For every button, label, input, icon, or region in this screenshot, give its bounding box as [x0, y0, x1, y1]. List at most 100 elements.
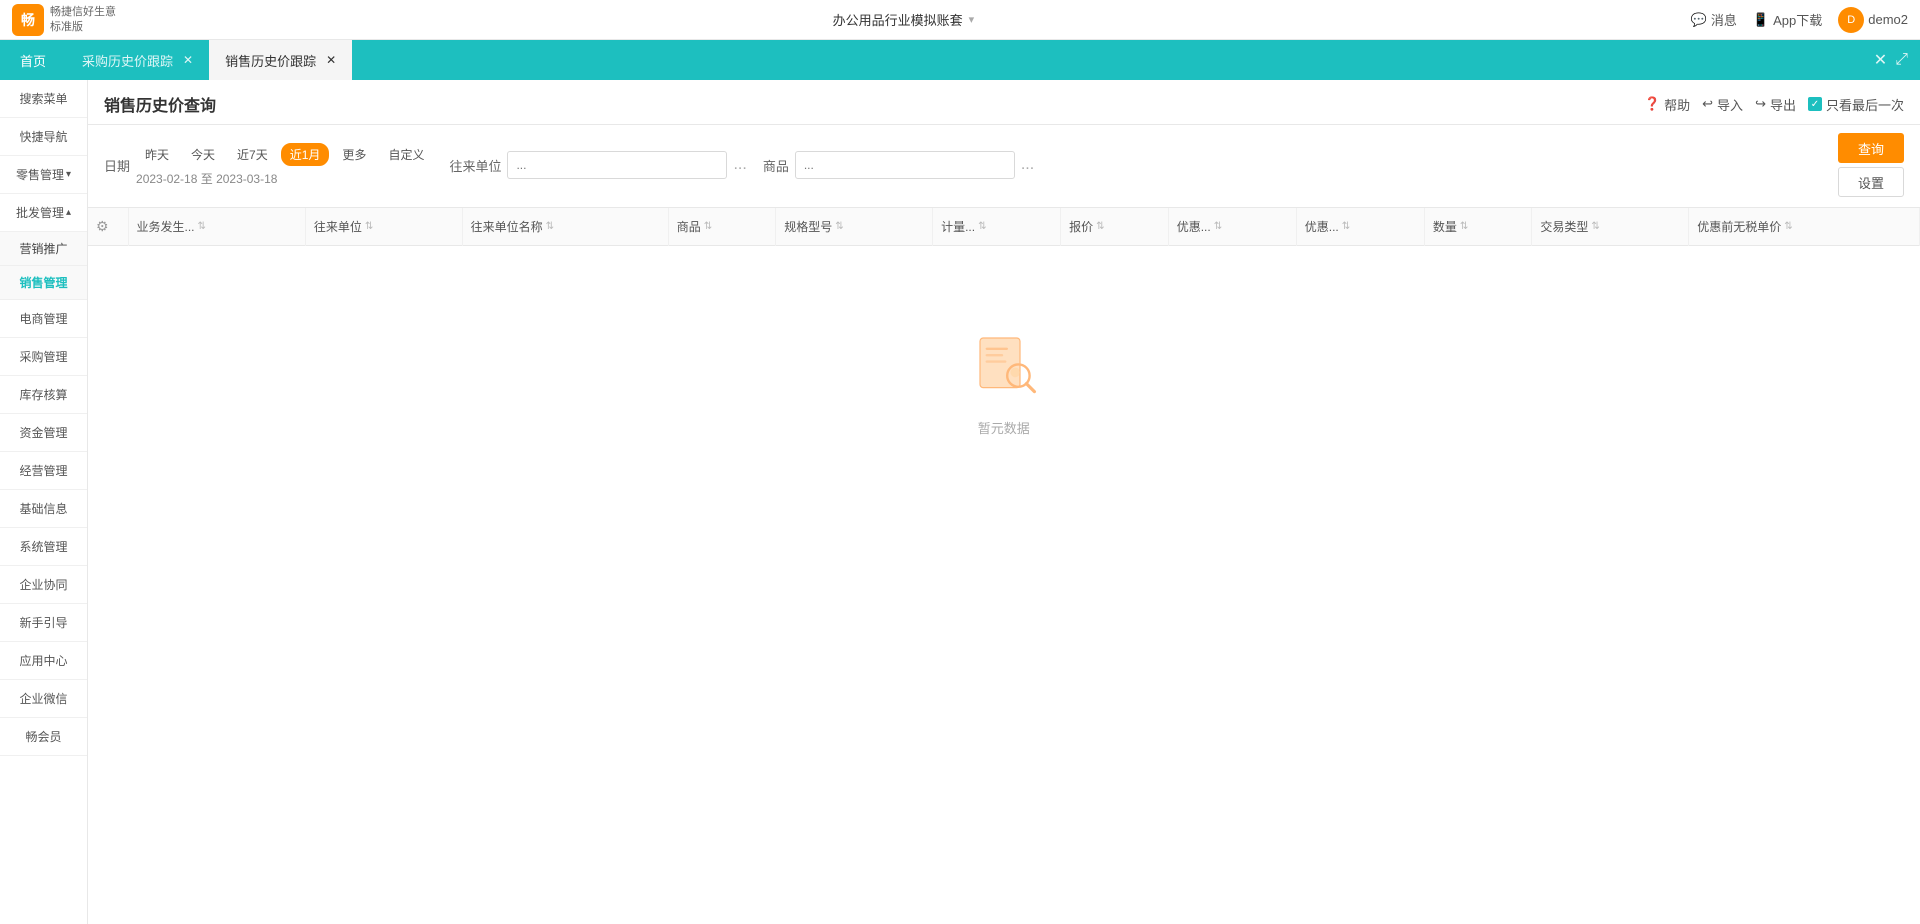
goods-filter: 商品 ...	[763, 151, 1034, 179]
sort-icon: ⇅	[978, 221, 986, 232]
export-icon: ↪	[1755, 96, 1766, 112]
page-header: 销售历史价查询 ❓ 帮助 ↩ 导入 ↪ 导出 ✓ 只看最后一次	[88, 80, 1920, 125]
sidebar-item-ecommerce[interactable]: 电商管理	[0, 300, 87, 338]
sidebar-item-operations[interactable]: 经营管理	[0, 452, 87, 490]
top-bar-right: 💬 消息 📱 App下载 D demo2	[1691, 7, 1908, 33]
help-button[interactable]: ❓ 帮助	[1644, 95, 1690, 114]
source-unit-filter: 往来单位 ...	[449, 151, 746, 179]
app-download-button[interactable]: 📱 App下载	[1753, 10, 1822, 29]
last-one-checkbox-label[interactable]: ✓ 只看最后一次	[1808, 95, 1904, 114]
goods-label: 商品	[763, 156, 789, 175]
query-button[interactable]: 查询	[1838, 133, 1904, 163]
sidebar-item-system[interactable]: 系统管理	[0, 528, 87, 566]
sidebar-item-wholesale[interactable]: 批发管理 ▴	[0, 194, 87, 232]
app-icon: 📱	[1753, 12, 1769, 28]
user-avatar[interactable]: D demo2	[1838, 7, 1908, 33]
table-header-pretax-price[interactable]: 优惠前无税单价 ⇅	[1689, 208, 1920, 246]
table-header-qty[interactable]: 数量 ⇅	[1424, 208, 1532, 246]
import-icon: ↩	[1702, 96, 1713, 112]
export-button[interactable]: ↪ 导出	[1755, 95, 1796, 114]
source-unit-more-icon[interactable]: ...	[733, 156, 746, 174]
tab-sales-history[interactable]: 销售历史价跟踪 ✕	[209, 40, 352, 80]
sort-icon: ⇅	[546, 221, 554, 232]
date-btn-1month[interactable]: 近1月	[281, 143, 330, 166]
sort-icon: ⇅	[1591, 221, 1599, 232]
sidebar-item-wechat[interactable]: 企业微信	[0, 680, 87, 718]
sort-icon: ⇅	[1460, 221, 1468, 232]
sort-icon: ⇅	[1342, 221, 1350, 232]
tab-bar-right: ✕ ⤢	[1874, 50, 1920, 70]
source-unit-label: 往来单位	[449, 156, 501, 175]
table-header-biz-date[interactable]: 业务发生... ⇅	[128, 208, 305, 246]
date-btn-more[interactable]: 更多	[333, 143, 375, 166]
chevron-down-icon: ▾	[969, 13, 975, 26]
tab-close-sales[interactable]: ✕	[326, 53, 336, 67]
empty-state-text: 暂元数据	[978, 418, 1030, 437]
date-group-wrapper: 昨天 今天 近7天 近1月 更多 自定义 2023-02-18 至 2023-0…	[136, 143, 433, 187]
sidebar-item-guide[interactable]: 新手引导	[0, 604, 87, 642]
table-header-unit[interactable]: 计量... ⇅	[933, 208, 1061, 246]
source-unit-input[interactable]	[507, 151, 727, 179]
table-header-goods[interactable]: 商品 ⇅	[668, 208, 776, 246]
logo-text: 畅捷信好生意 标准版	[50, 5, 116, 34]
workspace-selector[interactable]: 办公用品行业模拟账套 ▾	[833, 10, 975, 29]
table-header-unit-name[interactable]: 往来单位名称 ⇅	[462, 208, 668, 246]
sidebar-item-quick-nav[interactable]: 快捷导航	[0, 118, 87, 156]
sidebar-item-basic-info[interactable]: 基础信息	[0, 490, 87, 528]
gear-icon[interactable]: ⚙	[96, 218, 109, 234]
logo-icon: 畅	[12, 4, 44, 36]
sidebar-item-purchase[interactable]: 采购管理	[0, 338, 87, 376]
sort-icon: ⇅	[365, 221, 373, 232]
tab-purchase-history[interactable]: 采购历史价跟踪 ✕	[66, 40, 209, 80]
table-header-trade-type[interactable]: 交易类型 ⇅	[1532, 208, 1689, 246]
tab-bar: 首页 采购历史价跟踪 ✕ 销售历史价跟踪 ✕ ✕ ⤢	[0, 40, 1920, 80]
date-btn-7days[interactable]: 近7天	[228, 143, 277, 166]
filter-bar: 日期 昨天 今天 近7天 近1月 更多 自定义 2023-02-18 至 202…	[88, 125, 1920, 208]
sort-icon: ⇅	[198, 221, 206, 232]
sidebar-item-app-center[interactable]: 应用中心	[0, 642, 87, 680]
sidebar-item-finance[interactable]: 资金管理	[0, 414, 87, 452]
sort-icon: ⇅	[1096, 221, 1104, 232]
message-button[interactable]: 💬 消息	[1691, 10, 1737, 29]
table-header-discount1[interactable]: 优惠... ⇅	[1168, 208, 1296, 246]
goods-more-icon[interactable]: ...	[1021, 156, 1034, 174]
date-filter-label: 日期	[104, 156, 130, 175]
sidebar-item-inventory[interactable]: 库存核算	[0, 376, 87, 414]
close-all-tabs-button[interactable]: ✕	[1874, 50, 1887, 70]
date-filter-group: 日期 昨天 今天 近7天 近1月 更多 自定义 2023-02-18 至 202…	[104, 143, 433, 187]
page-title: 销售历史价查询	[104, 92, 216, 116]
sidebar-item-retail[interactable]: 零售管理 ▾	[0, 156, 87, 194]
empty-state: 暂元数据	[88, 246, 1920, 517]
sort-icon: ⇅	[1214, 221, 1222, 232]
sidebar-item-sales-mgmt[interactable]: 销售管理	[0, 266, 87, 300]
table-wrapper: ⚙ 业务发生... ⇅ 往来单位 ⇅	[88, 208, 1920, 924]
table-header-discount2[interactable]: 优惠... ⇅	[1296, 208, 1424, 246]
tab-close-purchase[interactable]: ✕	[183, 53, 193, 67]
setting-button[interactable]: 设置	[1838, 167, 1904, 197]
sidebar-item-search[interactable]: 搜索菜单	[0, 80, 87, 118]
data-table: ⚙ 业务发生... ⇅ 往来单位 ⇅	[88, 208, 1920, 517]
table-header-unit-code[interactable]: 往来单位 ⇅	[305, 208, 462, 246]
date-btn-yesterday[interactable]: 昨天	[136, 143, 178, 166]
top-bar: 畅 畅捷信好生意 标准版 办公用品行业模拟账套 ▾ 💬 消息 📱 App下载 D…	[0, 0, 1920, 40]
date-range-display: 2023-02-18 至 2023-03-18	[136, 170, 433, 187]
chevron-down-icon: ▾	[66, 169, 71, 180]
date-btn-custom[interactable]: 自定义	[379, 143, 433, 166]
sort-icon: ⇅	[704, 221, 712, 232]
date-btn-today[interactable]: 今天	[182, 143, 224, 166]
sidebar-item-members[interactable]: 畅会员	[0, 718, 87, 756]
checkbox-checked-icon: ✓	[1808, 97, 1822, 111]
tab-home[interactable]: 首页	[0, 51, 66, 70]
chevron-up-icon: ▴	[66, 207, 71, 218]
table-column-settings[interactable]: ⚙	[88, 208, 128, 246]
sidebar: 搜索菜单 快捷导航 零售管理 ▾ 批发管理 ▴ 营销推广 销售管理 电商管理 采…	[0, 80, 88, 924]
date-buttons: 昨天 今天 近7天 近1月 更多 自定义	[136, 143, 433, 166]
table-header-spec[interactable]: 规格型号 ⇅	[776, 208, 933, 246]
goods-input[interactable]	[795, 151, 1015, 179]
table-header-quote[interactable]: 报价 ⇅	[1061, 208, 1169, 246]
sidebar-item-enterprise[interactable]: 企业协同	[0, 566, 87, 604]
maximize-button[interactable]: ⤢	[1895, 51, 1908, 69]
sidebar-item-marketing[interactable]: 营销推广	[0, 232, 87, 266]
avatar: D	[1838, 7, 1864, 33]
import-button[interactable]: ↩ 导入	[1702, 95, 1743, 114]
